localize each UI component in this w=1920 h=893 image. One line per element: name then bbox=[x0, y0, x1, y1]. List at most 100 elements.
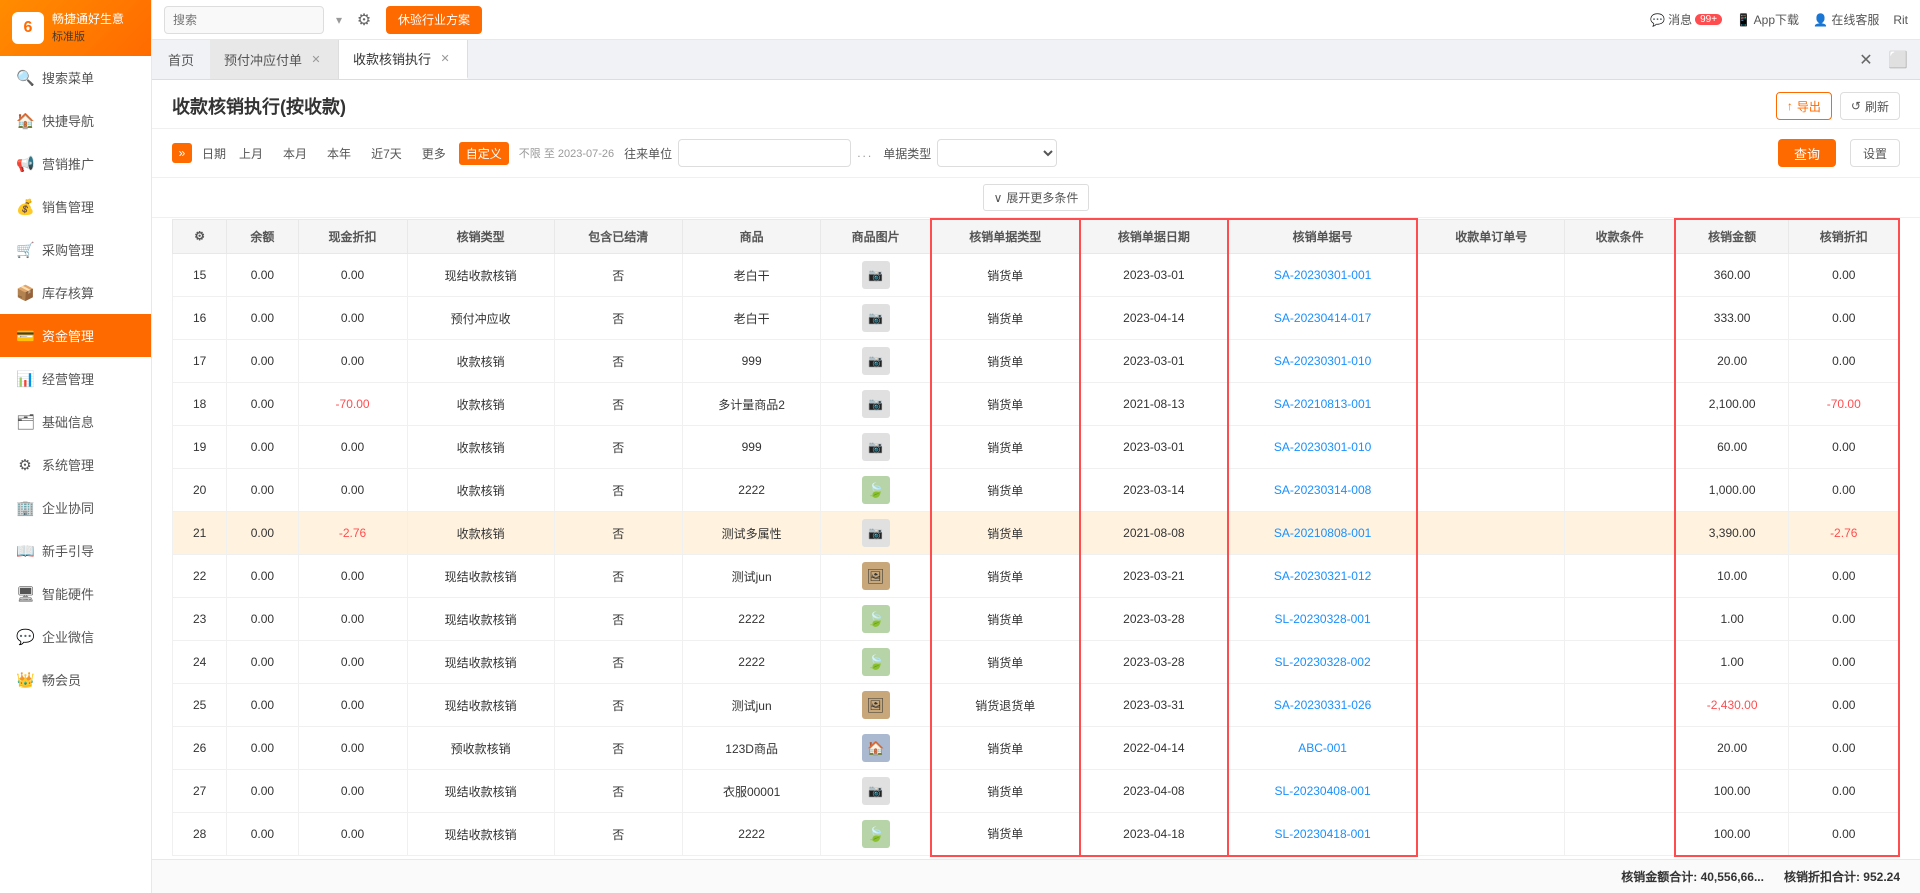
refresh-button[interactable]: ↺ 刷新 bbox=[1840, 92, 1900, 120]
cell-13: 0.00 bbox=[1789, 598, 1899, 641]
sidebar-item-label-hardware: 智能硬件 bbox=[42, 584, 94, 603]
cell-13: -2.76 bbox=[1789, 512, 1899, 555]
sidebar-item-enterprise[interactable]: 🏢 企业协同 bbox=[0, 486, 151, 529]
sidebar-item-marketing[interactable]: 📢 营销推广 bbox=[0, 142, 151, 185]
bill-no-link[interactable]: SL-20230328-002 bbox=[1275, 655, 1371, 669]
bill-no-link[interactable]: SL-20230408-001 bbox=[1275, 784, 1371, 798]
basic-icon: 🗂 bbox=[16, 413, 34, 431]
tab-home[interactable]: 首页 bbox=[152, 40, 210, 79]
filter-date-this-month[interactable]: 本月 bbox=[276, 142, 314, 165]
cell-6: 🖼 bbox=[821, 555, 931, 598]
table-row: 200.000.00收款核销否2222🍃销货单2023-03-14SA-2023… bbox=[173, 469, 1900, 512]
settings-icon-btn[interactable]: ⚙ bbox=[350, 6, 378, 34]
cell-5: 2222 bbox=[682, 641, 821, 684]
cell-10 bbox=[1417, 727, 1565, 770]
cell-6: 📷 bbox=[821, 512, 931, 555]
bill-no-link[interactable]: SA-20230314-008 bbox=[1274, 483, 1371, 497]
bill-no-link[interactable]: SA-20210813-001 bbox=[1274, 397, 1371, 411]
app-download-link[interactable]: 📱 App下载 bbox=[1736, 11, 1799, 28]
cell-4: 否 bbox=[554, 770, 682, 813]
filter-date-prev-month[interactable]: 上月 bbox=[232, 142, 270, 165]
sidebar-item-hardware[interactable]: 🖥 智能硬件 bbox=[0, 572, 151, 615]
bill-no-link[interactable]: SL-20230328-001 bbox=[1275, 612, 1371, 626]
cell-10 bbox=[1417, 340, 1565, 383]
tab-prepay[interactable]: 预付冲应付单 ✕ bbox=[210, 40, 339, 79]
col-header-11: 收款条件 bbox=[1565, 219, 1675, 254]
sidebar-item-wechat[interactable]: 💬 企业微信 bbox=[0, 615, 151, 658]
export-button[interactable]: ↑ 导出 bbox=[1776, 92, 1832, 120]
tab-close-collect[interactable]: ✕ bbox=[437, 51, 453, 67]
bill-no-link[interactable]: SA-20230414-017 bbox=[1274, 311, 1371, 325]
settings-button[interactable]: 设置 bbox=[1850, 139, 1900, 167]
filter-date-7days[interactable]: 近7天 bbox=[364, 142, 409, 165]
table-row: 250.000.00现结收款核销否测试jun🖼销货退货单2023-03-31SA… bbox=[173, 684, 1900, 727]
cell-0: 27 bbox=[173, 770, 227, 813]
sidebar-item-guide[interactable]: 📖 新手引导 bbox=[0, 529, 151, 572]
cell-2: 0.00 bbox=[298, 555, 407, 598]
col-header-13: 核销折扣 bbox=[1789, 219, 1899, 254]
industry-btn[interactable]: 休验行业方案 bbox=[386, 6, 482, 34]
query-button[interactable]: 查询 bbox=[1778, 139, 1836, 167]
sidebar-item-member[interactable]: 👑 畅会员 bbox=[0, 658, 151, 701]
cell-13: 0.00 bbox=[1789, 770, 1899, 813]
cell-3: 预付冲应收 bbox=[407, 297, 554, 340]
cell-3: 收款核销 bbox=[407, 383, 554, 426]
sidebar-item-system[interactable]: ⚙ 系统管理 bbox=[0, 443, 151, 486]
sidebar-item-search[interactable]: 🔍 搜索菜单 bbox=[0, 56, 151, 99]
filter-bill-type-select[interactable]: 销货单 销货退货单 bbox=[937, 139, 1057, 167]
sidebar-item-basic[interactable]: 🗂 基础信息 bbox=[0, 400, 151, 443]
bill-no-link[interactable]: SA-20230321-012 bbox=[1274, 569, 1371, 583]
tab-close-all[interactable]: ✕ bbox=[1852, 46, 1880, 74]
bill-no-link[interactable]: SL-20230418-001 bbox=[1275, 827, 1371, 841]
cell-13: 0.00 bbox=[1789, 297, 1899, 340]
filter-date-custom[interactable]: 自定义 bbox=[459, 142, 509, 165]
sidebar-item-shortcut[interactable]: 🏠 快捷导航 bbox=[0, 99, 151, 142]
sidebar-item-inventory[interactable]: 📦 库存核算 bbox=[0, 271, 151, 314]
cell-1: 0.00 bbox=[227, 555, 298, 598]
cell-4: 否 bbox=[554, 555, 682, 598]
bill-no-link[interactable]: SA-20230331-026 bbox=[1274, 698, 1371, 712]
page-header: 收款核销执行(按收款) ↑ 导出 ↺ 刷新 bbox=[152, 80, 1920, 129]
cell-7: 销货单 bbox=[931, 727, 1080, 770]
sidebar-item-label-finance: 资金管理 bbox=[42, 326, 94, 345]
cell-2: 0.00 bbox=[298, 469, 407, 512]
footer-amount: 核销金额合计: 40,556,66... bbox=[1621, 868, 1764, 885]
cell-4: 否 bbox=[554, 598, 682, 641]
cell-8: 2023-03-14 bbox=[1080, 469, 1229, 512]
cell-4: 否 bbox=[554, 426, 682, 469]
online-service-link[interactable]: 👤 在线客服 bbox=[1813, 11, 1879, 28]
cell-13: 0.00 bbox=[1789, 254, 1899, 297]
cell-8: 2023-04-14 bbox=[1080, 297, 1229, 340]
filter-expand-btn[interactable]: » bbox=[172, 143, 192, 163]
cell-0: 24 bbox=[173, 641, 227, 684]
bill-no-link[interactable]: SA-20230301-010 bbox=[1274, 440, 1371, 454]
logo-text: 畅捷通好生意 标准版 bbox=[52, 12, 124, 44]
search-input[interactable] bbox=[164, 6, 324, 34]
expand-more-btn[interactable]: ∨ 展开更多条件 bbox=[983, 184, 1090, 211]
table-row: 160.000.00预付冲应收否老白干📷销货单2023-04-14SA-2023… bbox=[173, 297, 1900, 340]
cell-11 bbox=[1565, 426, 1675, 469]
cell-0: 25 bbox=[173, 684, 227, 727]
cell-4: 否 bbox=[554, 383, 682, 426]
cell-3: 预收款核销 bbox=[407, 727, 554, 770]
tab-close-prepay[interactable]: ✕ bbox=[308, 52, 324, 68]
cell-2: 0.00 bbox=[298, 641, 407, 684]
cell-2: 0.00 bbox=[298, 684, 407, 727]
filter-unit-input[interactable] bbox=[678, 139, 851, 167]
sidebar-item-purchase[interactable]: 🛒 采购管理 bbox=[0, 228, 151, 271]
sidebar-item-sales[interactable]: 💰 销售管理 bbox=[0, 185, 151, 228]
tab-collect[interactable]: 收款核销执行 ✕ bbox=[339, 40, 468, 79]
filter-date-this-year[interactable]: 本年 bbox=[320, 142, 358, 165]
bill-no-link[interactable]: SA-20230301-001 bbox=[1274, 268, 1371, 282]
filter-date-more[interactable]: 更多 bbox=[415, 142, 453, 165]
sidebar-item-finance[interactable]: 💳 资金管理 bbox=[0, 314, 151, 357]
filter-unit-dots[interactable]: ... bbox=[857, 146, 873, 160]
chevron-down-icon: ∨ bbox=[994, 191, 1003, 205]
message-icon[interactable]: 💬 消息 99+ bbox=[1650, 11, 1722, 28]
tab-restore[interactable]: ⬜ bbox=[1884, 46, 1912, 74]
sidebar-item-operation[interactable]: 📊 经营管理 bbox=[0, 357, 151, 400]
cell-9: SL-20230328-002 bbox=[1228, 641, 1417, 684]
bill-no-link[interactable]: SA-20230301-010 bbox=[1274, 354, 1371, 368]
bill-no-link[interactable]: SA-20210808-001 bbox=[1274, 526, 1371, 540]
bill-no-link[interactable]: ABC-001 bbox=[1298, 741, 1347, 755]
